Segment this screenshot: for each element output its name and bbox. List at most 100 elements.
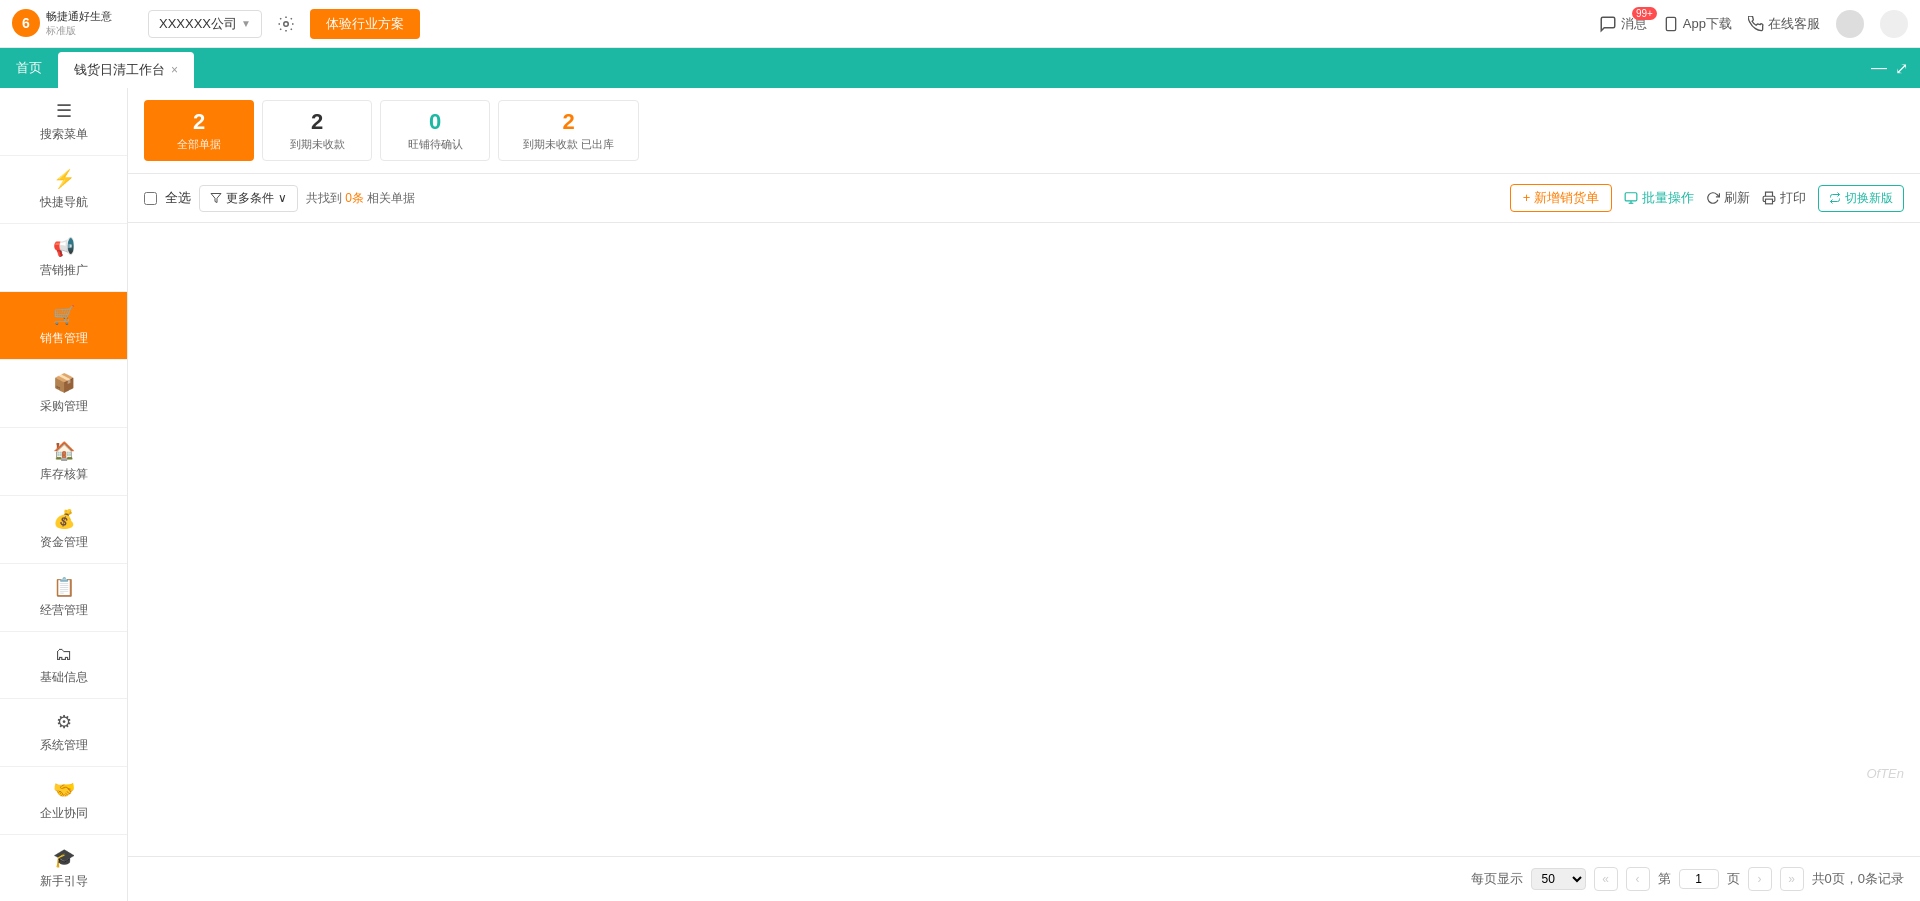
online-service-button[interactable]: 在线客服 (1748, 15, 1820, 33)
toolbar-right: + 新增销货单 批量操作 刷新 打印 (1510, 184, 1904, 212)
card-overdue-shipped-number: 2 (562, 109, 574, 135)
card-wangpu-label: 旺铺待确认 (408, 137, 463, 152)
quicknav-icon: ⚡ (53, 168, 75, 190)
tab-active[interactable]: 钱货日清工作台 × (58, 52, 194, 88)
page-label: 第 (1658, 870, 1671, 888)
message-button[interactable]: 消息 99+ (1599, 15, 1647, 33)
refresh-label: 刷新 (1724, 189, 1750, 207)
logo-area: 6 畅捷通好生意 标准版 (12, 9, 140, 37)
guide-icon: 🎓 (53, 847, 75, 869)
page-next-button[interactable]: › (1748, 867, 1772, 891)
marketing-icon: 📢 (53, 236, 75, 258)
sidebar-guide-label: 新手引导 (40, 873, 88, 890)
sidebar-item-inventory[interactable]: 🏠 库存核算 (0, 428, 127, 496)
app-download-label: App下载 (1683, 15, 1732, 33)
logo-icon: 6 (12, 9, 40, 37)
tab-active-label: 钱货日清工作台 (74, 61, 165, 79)
tab-home-label: 首页 (16, 59, 42, 77)
card-overdue-shipped[interactable]: 2 到期未收款 已出库 (498, 100, 639, 161)
svg-rect-4 (1625, 193, 1637, 201)
toolbar: 全选 更多条件 ∨ 共找到 0条 相关单据 + 新增销货单 (128, 174, 1920, 223)
card-overdue-number: 2 (311, 109, 323, 135)
empty-state (128, 223, 1920, 856)
card-wangpu-number: 0 (429, 109, 441, 135)
sidebar-item-purchase[interactable]: 📦 采购管理 (0, 360, 127, 428)
svg-rect-7 (1766, 199, 1773, 204)
page-last-button[interactable]: » (1780, 867, 1804, 891)
found-count: 0条 (345, 191, 364, 205)
sidebar-item-enterprise[interactable]: 🤝 企业协同 (0, 767, 127, 835)
pagination: 每页显示 50 100 200 « ‹ 第 页 › » 共0页，0条记录 (128, 856, 1920, 901)
trial-button[interactable]: 体验行业方案 (310, 9, 420, 39)
refresh-button[interactable]: 刷新 (1706, 189, 1750, 207)
card-wangpu[interactable]: 0 旺铺待确认 (380, 100, 490, 161)
sidebar-item-marketing[interactable]: 📢 营销推广 (0, 224, 127, 292)
filter-dropdown-icon: ∨ (278, 191, 287, 205)
user-avatar[interactable] (1836, 10, 1864, 38)
switch-version-button[interactable]: 切换新版 (1818, 185, 1904, 212)
online-service-label: 在线客服 (1768, 15, 1820, 33)
toolbar-left: 全选 更多条件 ∨ 共找到 0条 相关单据 (144, 185, 1498, 212)
inventory-icon: 🏠 (53, 440, 75, 462)
select-all-checkbox[interactable] (144, 192, 157, 205)
basics-icon: 🗂 (55, 644, 73, 665)
sidebar-item-finance[interactable]: 💰 资金管理 (0, 496, 127, 564)
sidebar-basics-label: 基础信息 (40, 669, 88, 686)
filter-label: 更多条件 (226, 190, 274, 207)
filter-button[interactable]: 更多条件 ∨ (199, 185, 298, 212)
message-badge: 99+ (1632, 7, 1657, 20)
sidebar-search-label: 搜索菜单 (40, 126, 88, 143)
card-overdue[interactable]: 2 到期未收款 (262, 100, 372, 161)
sales-icon: 🛒 (53, 304, 75, 326)
sidebar-enterprise-label: 企业协同 (40, 805, 88, 822)
page-input[interactable] (1679, 869, 1719, 889)
total-text: 共0页，0条记录 (1812, 870, 1904, 888)
tab-bar: 首页 钱货日清工作台 × — ⤢ (0, 48, 1920, 88)
tab-expand-button[interactable]: ⤢ (1895, 59, 1908, 78)
sidebar-quicknav-label: 快捷导航 (40, 194, 88, 211)
card-overdue-label: 到期未收款 (290, 137, 345, 152)
page-first-button[interactable]: « (1594, 867, 1618, 891)
svg-rect-1 (1666, 17, 1675, 30)
app-download-button[interactable]: App下载 (1663, 15, 1732, 33)
card-all-label: 全部单据 (177, 137, 221, 152)
switch-label: 切换新版 (1845, 190, 1893, 207)
sidebar-item-basics[interactable]: 🗂 基础信息 (0, 632, 127, 699)
sidebar-item-search[interactable]: ☰ 搜索菜单 (0, 88, 127, 156)
svg-point-0 (284, 21, 289, 26)
logo-badge: 标准版 (46, 24, 112, 38)
settings-button[interactable] (270, 8, 302, 40)
purchase-icon: 📦 (53, 372, 75, 394)
per-page-label: 每页显示 (1471, 870, 1523, 888)
page-prev-button[interactable]: ‹ (1626, 867, 1650, 891)
card-overdue-shipped-label: 到期未收款 已出库 (523, 137, 614, 152)
tab-minimize-button[interactable]: — (1871, 59, 1887, 77)
add-order-button[interactable]: + 新增销货单 (1510, 184, 1612, 212)
print-button[interactable]: 打印 (1762, 189, 1806, 207)
sidebar-item-system[interactable]: ⚙ 系统管理 (0, 699, 127, 767)
sidebar-item-sales[interactable]: 🛒 销售管理 (0, 292, 127, 360)
sidebar-item-guide[interactable]: 🎓 新手引导 (0, 835, 127, 901)
sidebar-system-label: 系统管理 (40, 737, 88, 754)
sidebar-item-quicknav[interactable]: ⚡ 快捷导航 (0, 156, 127, 224)
enterprise-icon: 🤝 (53, 779, 75, 801)
batch-ops-button[interactable]: 批量操作 (1624, 189, 1694, 207)
tab-bar-actions: — ⤢ (1871, 59, 1920, 78)
page-suffix: 页 (1727, 870, 1740, 888)
user-avatar-extra[interactable] (1880, 10, 1908, 38)
operations-icon: 📋 (53, 576, 75, 598)
company-selector[interactable]: XXXXXX公司 ▼ (148, 10, 262, 38)
tab-close-button[interactable]: × (171, 63, 178, 77)
system-icon: ⚙ (56, 711, 72, 733)
select-all-label: 全选 (165, 189, 191, 207)
main-layout: ☰ 搜索菜单 ⚡ 快捷导航 📢 营销推广 🛒 销售管理 📦 采购管理 🏠 库存核… (0, 88, 1920, 901)
company-name: XXXXXX公司 (159, 15, 237, 33)
sidebar-sales-label: 销售管理 (40, 330, 88, 347)
card-all[interactable]: 2 全部单据 (144, 100, 254, 161)
tab-home[interactable]: 首页 (0, 48, 58, 88)
sidebar-item-operations[interactable]: 📋 经营管理 (0, 564, 127, 632)
per-page-select[interactable]: 50 100 200 (1531, 868, 1586, 890)
sidebar-inventory-label: 库存核算 (40, 466, 88, 483)
header-right: 消息 99+ App下载 在线客服 (1599, 10, 1908, 38)
sidebar-operations-label: 经营管理 (40, 602, 88, 619)
